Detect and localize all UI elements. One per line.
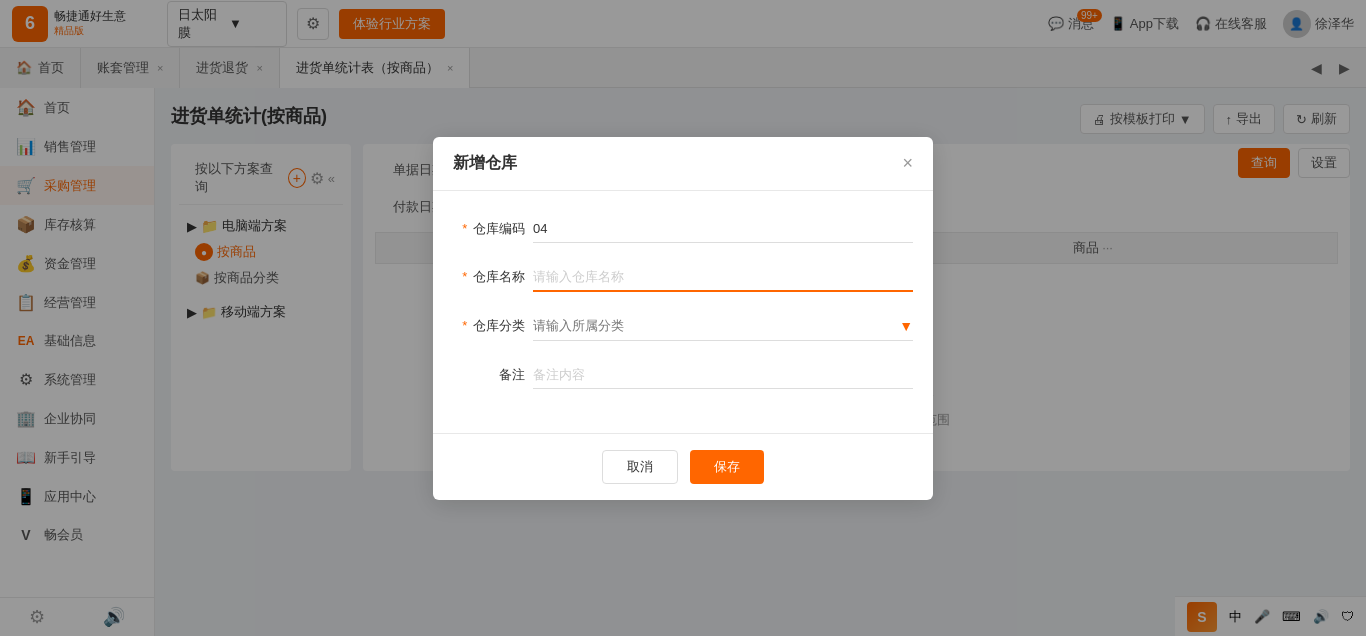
required-star-category: * <box>462 318 467 333</box>
warehouse-remark-input[interactable] <box>533 361 913 389</box>
warehouse-name-input[interactable] <box>533 263 913 292</box>
category-dropdown-icon[interactable]: ▼ <box>899 318 913 334</box>
modal-header: 新增仓库 × <box>433 137 933 191</box>
warehouse-code-label: * 仓库编码 <box>453 220 533 238</box>
warehouse-name-row: * 仓库名称 <box>453 263 913 292</box>
modal-body: * 仓库编码 * 仓库名称 * 仓库分类 <box>433 191 933 433</box>
modal-title: 新增仓库 <box>453 153 517 174</box>
warehouse-code-input[interactable] <box>533 215 913 243</box>
warehouse-category-input[interactable] <box>533 318 899 333</box>
warehouse-code-row: * 仓库编码 <box>453 215 913 243</box>
required-star-name: * <box>462 269 467 284</box>
modal-save-button[interactable]: 保存 <box>690 450 764 484</box>
modal-footer: 取消 保存 <box>433 433 933 500</box>
modal-add-warehouse: 新增仓库 × * 仓库编码 * 仓库名称 <box>433 137 933 500</box>
warehouse-remark-row: 备注 <box>453 361 913 389</box>
required-star-code: * <box>462 221 467 236</box>
modal-cancel-button[interactable]: 取消 <box>602 450 678 484</box>
warehouse-category-label: * 仓库分类 <box>453 317 533 335</box>
modal-overlay[interactable]: 新增仓库 × * 仓库编码 * 仓库名称 <box>0 0 1366 636</box>
warehouse-category-row: * 仓库分类 ▼ <box>453 312 913 341</box>
warehouse-name-label: * 仓库名称 <box>453 268 533 286</box>
warehouse-category-select[interactable]: ▼ <box>533 312 913 341</box>
modal-close-button[interactable]: × <box>902 154 913 172</box>
warehouse-remark-label: 备注 <box>453 366 533 384</box>
